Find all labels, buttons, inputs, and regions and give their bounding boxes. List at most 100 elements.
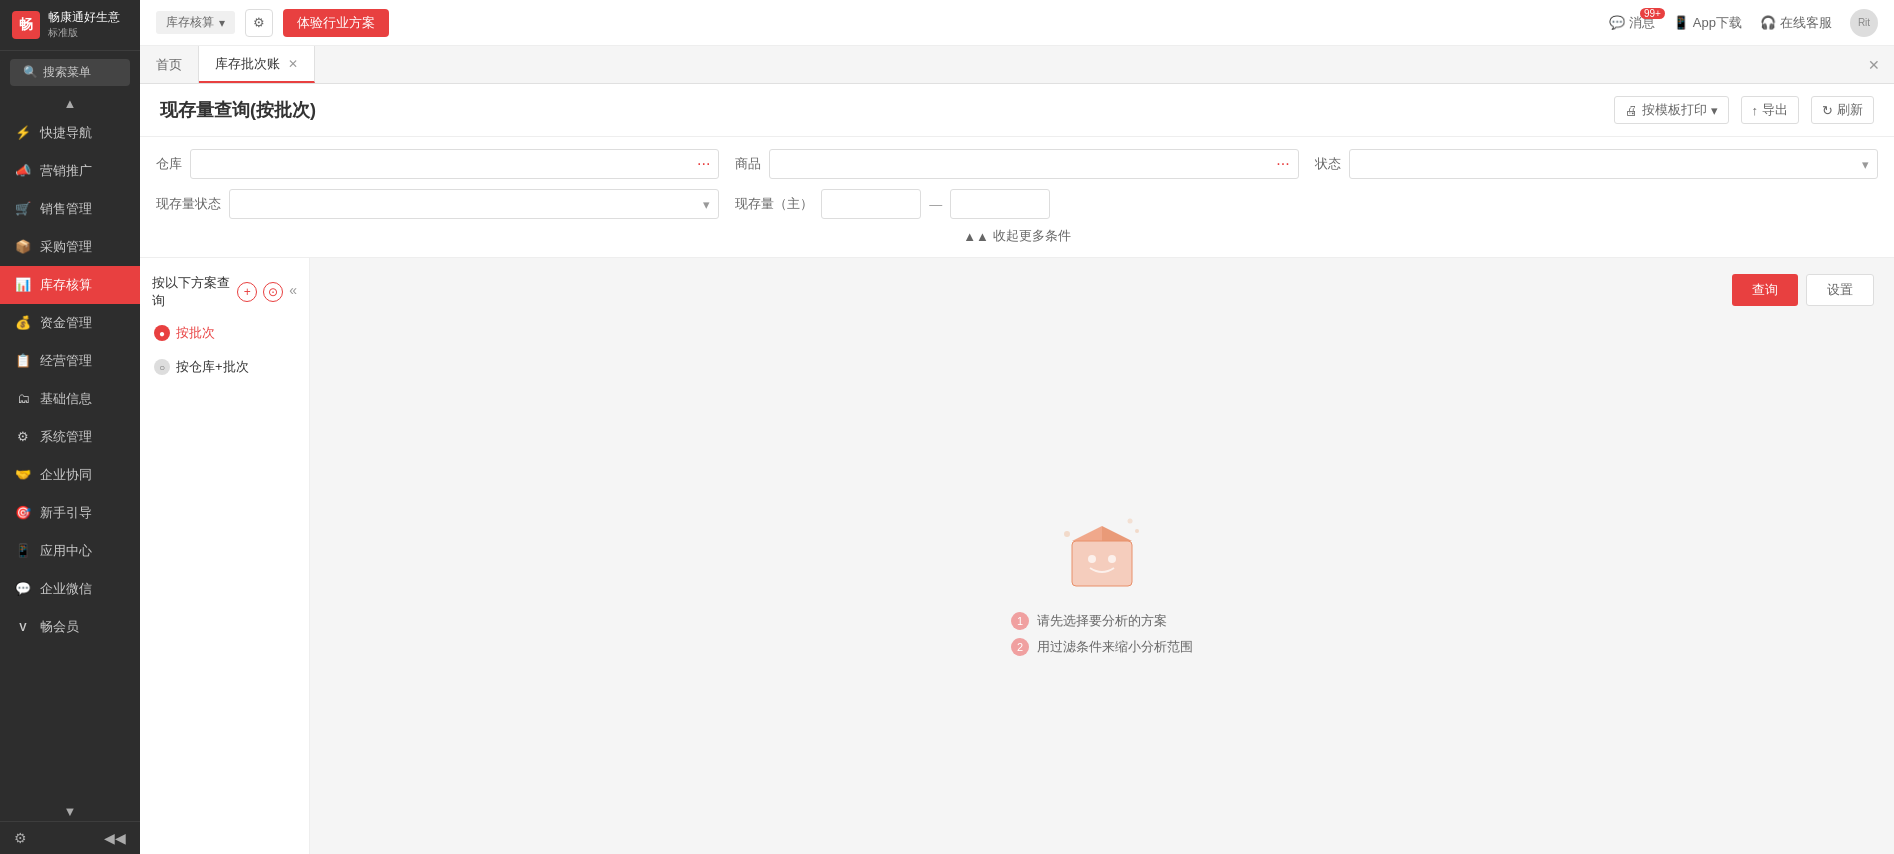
wechat-icon: 💬 (14, 580, 32, 598)
svg-point-4 (1088, 555, 1096, 563)
refresh-button[interactable]: ↻ 刷新 (1811, 96, 1874, 124)
sidebar-item-label: 销售管理 (40, 200, 92, 218)
left-panel-header: 按以下方案查询 + ⊙ « (140, 268, 309, 316)
add-scheme-button[interactable]: + (237, 282, 257, 302)
tip-num-2: 2 (1011, 638, 1029, 656)
scheme-settings-icon: ⊙ (268, 285, 278, 299)
tab-home[interactable]: 首页 (140, 46, 199, 83)
tabbar: 首页 库存批次账 ✕ ✕ (140, 46, 1894, 84)
sidebar-item-management[interactable]: 📋 经营管理 (0, 342, 140, 380)
breadcrumb-arrow-icon: ▾ (219, 16, 225, 30)
page-content: 现存量查询(按批次) 🖨 按模板打印 ▾ ↑ 导出 ↻ 刷新 (140, 84, 1894, 854)
scheme-settings-button[interactable]: ⊙ (263, 282, 283, 302)
sidebar: 畅 畅康通好生意 标准版 🔍 搜索菜单 ▲ ⚡ 快捷导航 📣 营销推广 🛒 销售… (0, 0, 140, 854)
inventory-status-select[interactable]: ▾ (229, 189, 719, 219)
topbar-settings-button[interactable]: ⚙ (245, 9, 273, 37)
svg-marker-1 (1072, 526, 1102, 541)
query-actions: 查询 设置 (1732, 274, 1874, 306)
svg-point-7 (1135, 529, 1139, 533)
column-settings-button[interactable]: 设置 (1806, 274, 1874, 306)
industry-solution-button[interactable]: 体验行业方案 (283, 9, 389, 37)
empty-tip-2: 2 用过滤条件来缩小分析范围 (1011, 638, 1193, 656)
tab-close-icon[interactable]: ✕ (288, 57, 298, 71)
sidebar-item-inventory[interactable]: 📊 库存核算 (0, 266, 140, 304)
settings-bottom-icon[interactable]: ⚙ (14, 830, 27, 846)
sidebar-item-label: 库存核算 (40, 276, 92, 294)
inventory-qty-to-input[interactable] (950, 189, 1050, 219)
scheme-item-batch[interactable]: ● 按批次 (140, 316, 309, 350)
main-area: 库存核算 ▾ ⚙ 体验行业方案 💬 消息 99+ 📱 App下载 🎧 在线客服 (140, 0, 1894, 854)
export-button[interactable]: ↑ 导出 (1741, 96, 1800, 124)
sidebar-item-basic-info[interactable]: 🗂 基础信息 (0, 380, 140, 418)
sidebar-item-label: 基础信息 (40, 390, 92, 408)
messages-badge: 99+ (1640, 8, 1665, 19)
user-avatar-button[interactable]: Rit (1850, 9, 1878, 37)
collapse-filter-button[interactable]: ▲▲ 收起更多条件 (963, 227, 1071, 245)
sidebar-item-member[interactable]: V 畅会员 (0, 608, 140, 646)
search-menu-item[interactable]: 🔍 搜索菜单 (10, 59, 130, 86)
messages-chat-icon: 💬 (1609, 15, 1625, 30)
app-title-group: 畅康通好生意 标准版 (48, 10, 120, 40)
topbar-left: 库存核算 ▾ ⚙ 体验行业方案 (156, 9, 389, 37)
filter-row-1: 仓库 ··· 商品 ··· 状态 ▾ (156, 149, 1878, 179)
status-filter-select[interactable]: ▾ (1349, 149, 1878, 179)
sidebar-scroll-up[interactable]: ▲ (0, 94, 140, 114)
sidebar-item-app-center[interactable]: 📱 应用中心 (0, 532, 140, 570)
sidebar-item-quick-nav[interactable]: ⚡ 快捷导航 (0, 114, 140, 152)
template-print-button[interactable]: 🖨 按模板打印 ▾ (1614, 96, 1729, 124)
app-subtitle: 标准版 (48, 26, 120, 40)
sidebar-item-wechat[interactable]: 💬 企业微信 (0, 570, 140, 608)
sidebar-item-label: 企业协同 (40, 466, 92, 484)
status-dropdown-arrow: ▾ (1862, 157, 1869, 172)
add-icon: + (244, 285, 251, 299)
app-download-label: App下载 (1693, 14, 1742, 32)
sidebar-item-sales[interactable]: 🛒 销售管理 (0, 190, 140, 228)
sidebar-item-marketing[interactable]: 📣 营销推广 (0, 152, 140, 190)
page-title: 现存量查询(按批次) (160, 98, 316, 122)
svg-point-8 (1128, 519, 1133, 524)
sidebar-nav: ⚡ 快捷导航 📣 营销推广 🛒 销售管理 📦 采购管理 📊 库存核算 💰 资金管… (0, 114, 140, 801)
inventory-qty-label: 现存量（主） (735, 195, 813, 213)
app-logo: 畅 (12, 11, 40, 39)
collapse-sidebar-icon[interactable]: ◀◀ (104, 830, 126, 846)
sidebar-item-system[interactable]: ⚙ 系统管理 (0, 418, 140, 456)
warehouse-filter-input[interactable]: ··· (190, 149, 719, 179)
dots-icon[interactable]: ··· (697, 155, 710, 173)
export-icon: ↑ (1752, 103, 1759, 118)
enterprise-icon: 🤝 (14, 466, 32, 484)
scheme-inactive-icon: ○ (154, 359, 170, 375)
qty-range-dash: — (929, 197, 942, 212)
basic-info-icon: 🗂 (14, 390, 32, 408)
empty-illustration (1052, 496, 1152, 596)
sidebar-item-label: 新手引导 (40, 504, 92, 522)
sidebar-item-newbie[interactable]: 🎯 新手引导 (0, 494, 140, 532)
sidebar-header: 畅 畅康通好生意 标准版 (0, 0, 140, 51)
product-filter-label: 商品 (735, 155, 761, 173)
product-filter-input[interactable]: ··· (769, 149, 1298, 179)
inventory-qty-from-input[interactable] (821, 189, 921, 219)
sidebar-item-label: 采购管理 (40, 238, 92, 256)
sidebar-item-purchase[interactable]: 📦 采购管理 (0, 228, 140, 266)
data-area: 查询 设置 (310, 258, 1894, 854)
close-all-tabs-button[interactable]: ✕ (1854, 46, 1894, 83)
page-header: 现存量查询(按批次) 🖨 按模板打印 ▾ ↑ 导出 ↻ 刷新 (140, 84, 1894, 137)
messages-button[interactable]: 💬 消息 99+ (1609, 14, 1655, 32)
scheme-item-warehouse-batch[interactable]: ○ 按仓库+批次 (140, 350, 309, 384)
sidebar-item-label: 营销推广 (40, 162, 92, 180)
scheme-item-label: 按仓库+批次 (176, 358, 249, 376)
app-download-button[interactable]: 📱 App下载 (1673, 14, 1742, 32)
svg-point-6 (1064, 531, 1070, 537)
dots-icon[interactable]: ··· (1276, 155, 1289, 173)
status-filter-label: 状态 (1315, 155, 1341, 173)
query-button[interactable]: 查询 (1732, 274, 1798, 306)
sidebar-item-finance[interactable]: 💰 资金管理 (0, 304, 140, 342)
sidebar-scroll-down[interactable]: ▼ (0, 801, 140, 821)
svg-point-5 (1108, 555, 1116, 563)
breadcrumb[interactable]: 库存核算 ▾ (156, 11, 235, 34)
online-service-button[interactable]: 🎧 在线客服 (1760, 14, 1832, 32)
tab-inventory-batch[interactable]: 库存批次账 ✕ (199, 46, 315, 83)
sidebar-item-enterprise[interactable]: 🤝 企业协同 (0, 456, 140, 494)
phone-icon: 📱 (1673, 15, 1689, 30)
empty-tip-1: 1 请先选择要分析的方案 (1011, 612, 1193, 630)
collapse-panel-button[interactable]: « (289, 282, 297, 302)
